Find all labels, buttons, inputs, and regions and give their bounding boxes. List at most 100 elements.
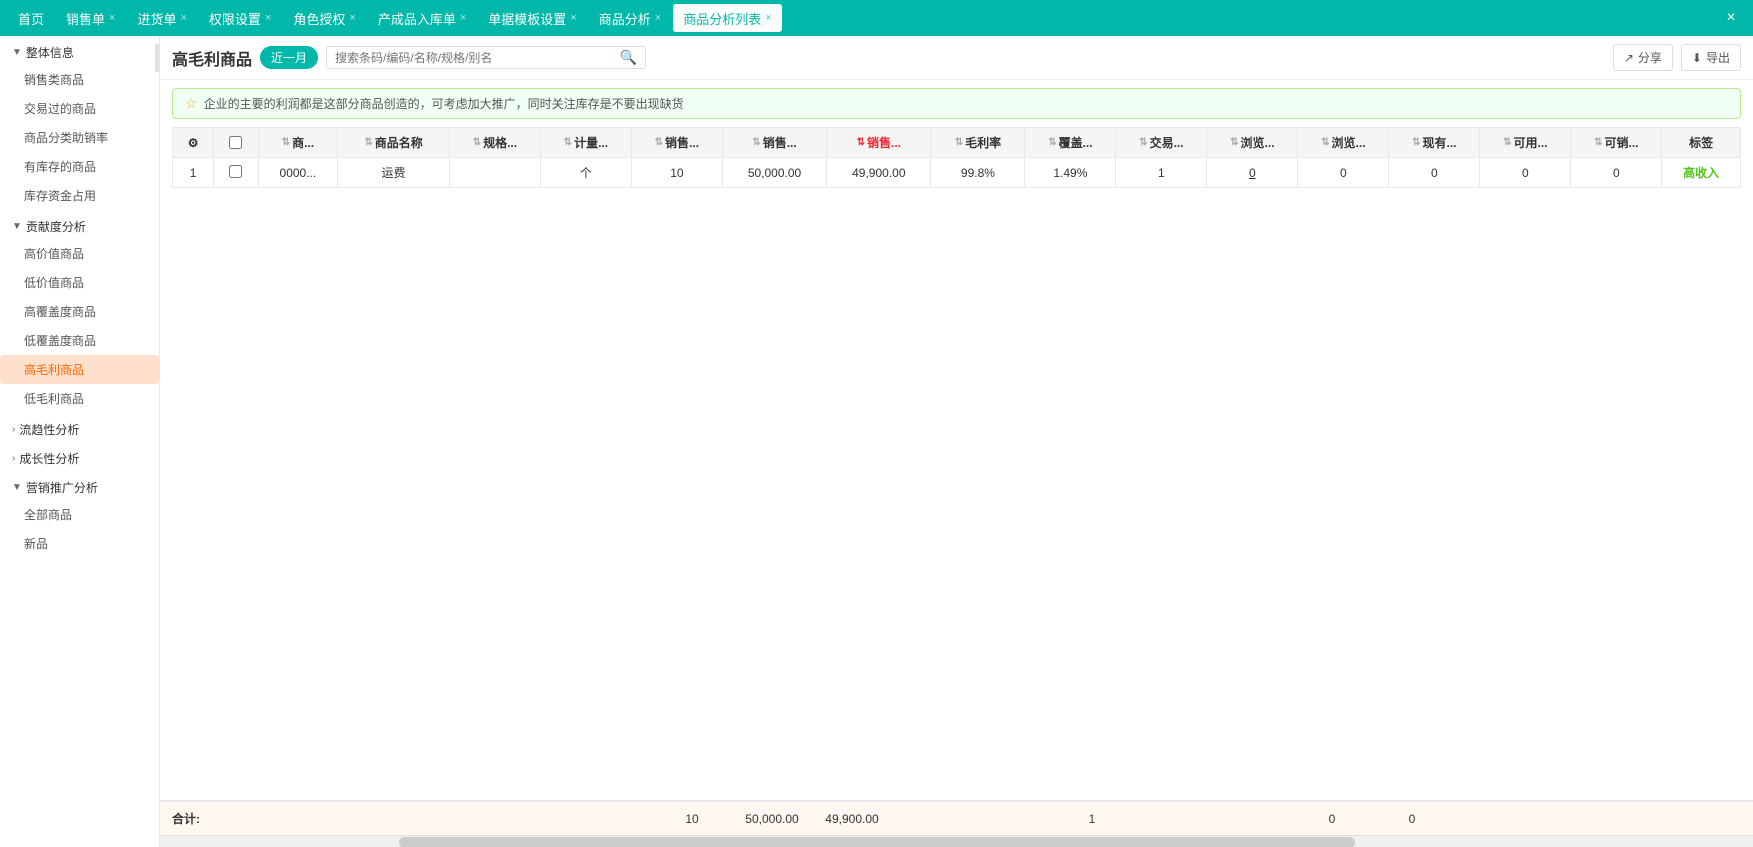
footer-empty-4 <box>492 812 572 826</box>
col-transaction[interactable]: ⇅交易... <box>1116 128 1207 158</box>
close-permission-tab[interactable]: × <box>265 12 271 24</box>
cell-checkbox[interactable] <box>214 158 258 188</box>
nav-home[interactable]: 首页 <box>8 4 54 32</box>
close-template-tab[interactable]: × <box>570 12 576 24</box>
col-sale-amt[interactable]: ⇅销售... <box>722 128 826 158</box>
nav-sales[interactable]: 销售单 × <box>56 4 125 32</box>
content-area: 高毛利商品 近一月 🔍 ↗ 分享 ⬇ 导出 ☆ 企业的主要的利润都是这部分商品创… <box>160 36 1753 847</box>
sidebar-item-traded-goods[interactable]: 交易过的商品 <box>0 94 159 123</box>
export-button[interactable]: ⬇ 导出 <box>1681 44 1741 71</box>
col-margin[interactable]: ⇅毛利率 <box>931 128 1025 158</box>
sidebar: « ▼ 整体信息 销售类商品 交易过的商品 商品分类助销率 有库存的商品 库存资… <box>0 36 160 847</box>
nav-role[interactable]: 角色授权 × <box>283 4 365 32</box>
footer-empty-7 <box>972 812 1052 826</box>
close-sales-tab[interactable]: × <box>109 12 115 24</box>
nav-template[interactable]: 单据模板设置 × <box>478 4 586 32</box>
col-tag[interactable]: 标签 <box>1662 128 1741 158</box>
sidebar-section-growth[interactable]: › 成长性分析 <box>0 442 159 471</box>
footer-label: 合计: <box>172 810 252 827</box>
footer-values: 10 50,000.00 49,900.00 1 0 0 <box>252 812 1452 826</box>
sidebar-item-low-margin[interactable]: 低毛利商品 <box>0 384 159 413</box>
share-icon: ↗ <box>1624 51 1634 65</box>
table-row: 1 0000... 运费 个 10 50,000.00 49,900.00 99… <box>173 158 1741 188</box>
col-sale-cost[interactable]: ⇅销售... <box>827 128 931 158</box>
sidebar-item-in-stock[interactable]: 有库存的商品 <box>0 152 159 181</box>
search-input[interactable] <box>335 51 616 65</box>
col-sellable[interactable]: ⇅可销... <box>1571 128 1662 158</box>
footer-sale-cost: 49,900.00 <box>812 812 892 826</box>
col-browse1[interactable]: ⇅浏览... <box>1207 128 1298 158</box>
sidebar-item-category-rate[interactable]: 商品分类助销率 <box>0 123 159 152</box>
footer-empty-2 <box>332 812 412 826</box>
sidebar-item-low-coverage[interactable]: 低覆盖度商品 <box>0 326 159 355</box>
nav-permission[interactable]: 权限设置 × <box>199 4 281 32</box>
footer-empty-8 <box>1132 812 1212 826</box>
close-role-tab[interactable]: × <box>349 12 355 24</box>
nav-analysis-list[interactable]: 商品分析列表 × <box>673 4 781 32</box>
cell-spec <box>449 158 540 188</box>
row-checkbox[interactable] <box>229 165 242 178</box>
cell-sale-amt: 50,000.00 <box>722 158 826 188</box>
col-sale-qty[interactable]: ⇅销售... <box>631 128 722 158</box>
cell-browse1[interactable]: 0 <box>1207 158 1298 188</box>
nav-analysis[interactable]: 商品分析 × <box>589 4 671 32</box>
sort-icon-8: ⇅ <box>955 137 963 148</box>
close-product-warehouse-tab[interactable]: × <box>460 12 466 24</box>
col-code[interactable]: ⇅商... <box>258 128 338 158</box>
col-settings[interactable]: ⚙ <box>173 128 214 158</box>
nav-purchase[interactable]: 进货单 × <box>127 4 196 32</box>
footer-empty-1 <box>252 812 332 826</box>
sidebar-item-high-coverage[interactable]: 高覆盖度商品 <box>0 297 159 326</box>
sidebar-item-high-margin[interactable]: 高毛利商品 <box>0 355 159 384</box>
cell-sale-qty: 10 <box>631 158 722 188</box>
search-box: 🔍 <box>326 46 646 69</box>
sidebar-item-low-value[interactable]: 低价值商品 <box>0 268 159 297</box>
col-checkbox[interactable] <box>214 128 258 158</box>
cell-available: 0 <box>1480 158 1571 188</box>
footer-available: 0 <box>1372 812 1452 826</box>
col-coverage[interactable]: ⇅覆盖... <box>1025 128 1116 158</box>
footer-total: 合计: 10 50,000.00 49,900.00 1 0 0 <box>160 800 1753 835</box>
sidebar-item-all-goods[interactable]: 全部商品 <box>0 500 159 529</box>
sidebar-item-high-value[interactable]: 高价值商品 <box>0 239 159 268</box>
sidebar-item-sales-goods[interactable]: 销售类商品 <box>0 65 159 94</box>
close-analysis-list-tab[interactable]: × <box>765 12 771 24</box>
close-analysis-tab[interactable]: × <box>655 12 661 24</box>
bottom-scrollbar[interactable] <box>160 835 1753 847</box>
col-spec[interactable]: ⇅规格... <box>449 128 540 158</box>
col-name[interactable]: ⇅商品名称 <box>338 128 450 158</box>
col-browse2[interactable]: ⇅浏览... <box>1298 128 1389 158</box>
sidebar-item-new-goods[interactable]: 新品 <box>0 529 159 558</box>
search-icon[interactable]: 🔍 <box>620 49 637 66</box>
close-purchase-tab[interactable]: × <box>180 12 186 24</box>
col-unit[interactable]: ⇅计量... <box>540 128 631 158</box>
cell-unit: 个 <box>540 158 631 188</box>
col-available[interactable]: ⇅可用... <box>1480 128 1571 158</box>
filter-last-month[interactable]: 近一月 <box>260 46 318 69</box>
select-all-checkbox[interactable] <box>229 136 242 149</box>
arrow-icon: ▼ <box>12 47 22 58</box>
sidebar-item-inventory-fund[interactable]: 库存资金占用 <box>0 181 159 210</box>
sidebar-section-overall[interactable]: ▼ 整体信息 <box>0 36 159 65</box>
footer-empty-6 <box>892 812 972 826</box>
sort-icon-3: ⇅ <box>473 137 481 148</box>
data-table: ⚙ ⇅商... ⇅商品名称 ⇅规格... ⇅计量... ⇅销售... ⇅销售..… <box>172 127 1741 188</box>
sidebar-toggle[interactable]: « <box>155 44 160 72</box>
sidebar-section-trend[interactable]: › 流趋性分析 <box>0 413 159 442</box>
footer-empty-5 <box>572 812 652 826</box>
sidebar-section-contribution[interactable]: ▼ 贡献度分析 <box>0 210 159 239</box>
table-wrapper[interactable]: ⚙ ⇅商... ⇅商品名称 ⇅规格... ⇅计量... ⇅销售... ⇅销售..… <box>172 127 1741 800</box>
content-header: 高毛利商品 近一月 🔍 ↗ 分享 ⬇ 导出 <box>160 36 1753 80</box>
sort-icon-4: ⇅ <box>564 137 572 148</box>
col-current[interactable]: ⇅现有... <box>1389 128 1480 158</box>
cell-name: 运费 <box>338 158 450 188</box>
footer-transaction: 1 <box>1052 812 1132 826</box>
cell-code: 0000... <box>258 158 338 188</box>
cell-tag: 高收入 <box>1662 158 1741 188</box>
info-icon: ☆ <box>185 95 198 112</box>
sidebar-section-marketing[interactable]: ▼ 营销推广分析 <box>0 471 159 500</box>
nav-product-warehouse[interactable]: 产成品入库单 × <box>368 4 476 32</box>
share-button[interactable]: ↗ 分享 <box>1613 44 1673 71</box>
window-close-button[interactable]: × <box>1717 4 1745 32</box>
cell-margin: 99.8% <box>931 158 1025 188</box>
